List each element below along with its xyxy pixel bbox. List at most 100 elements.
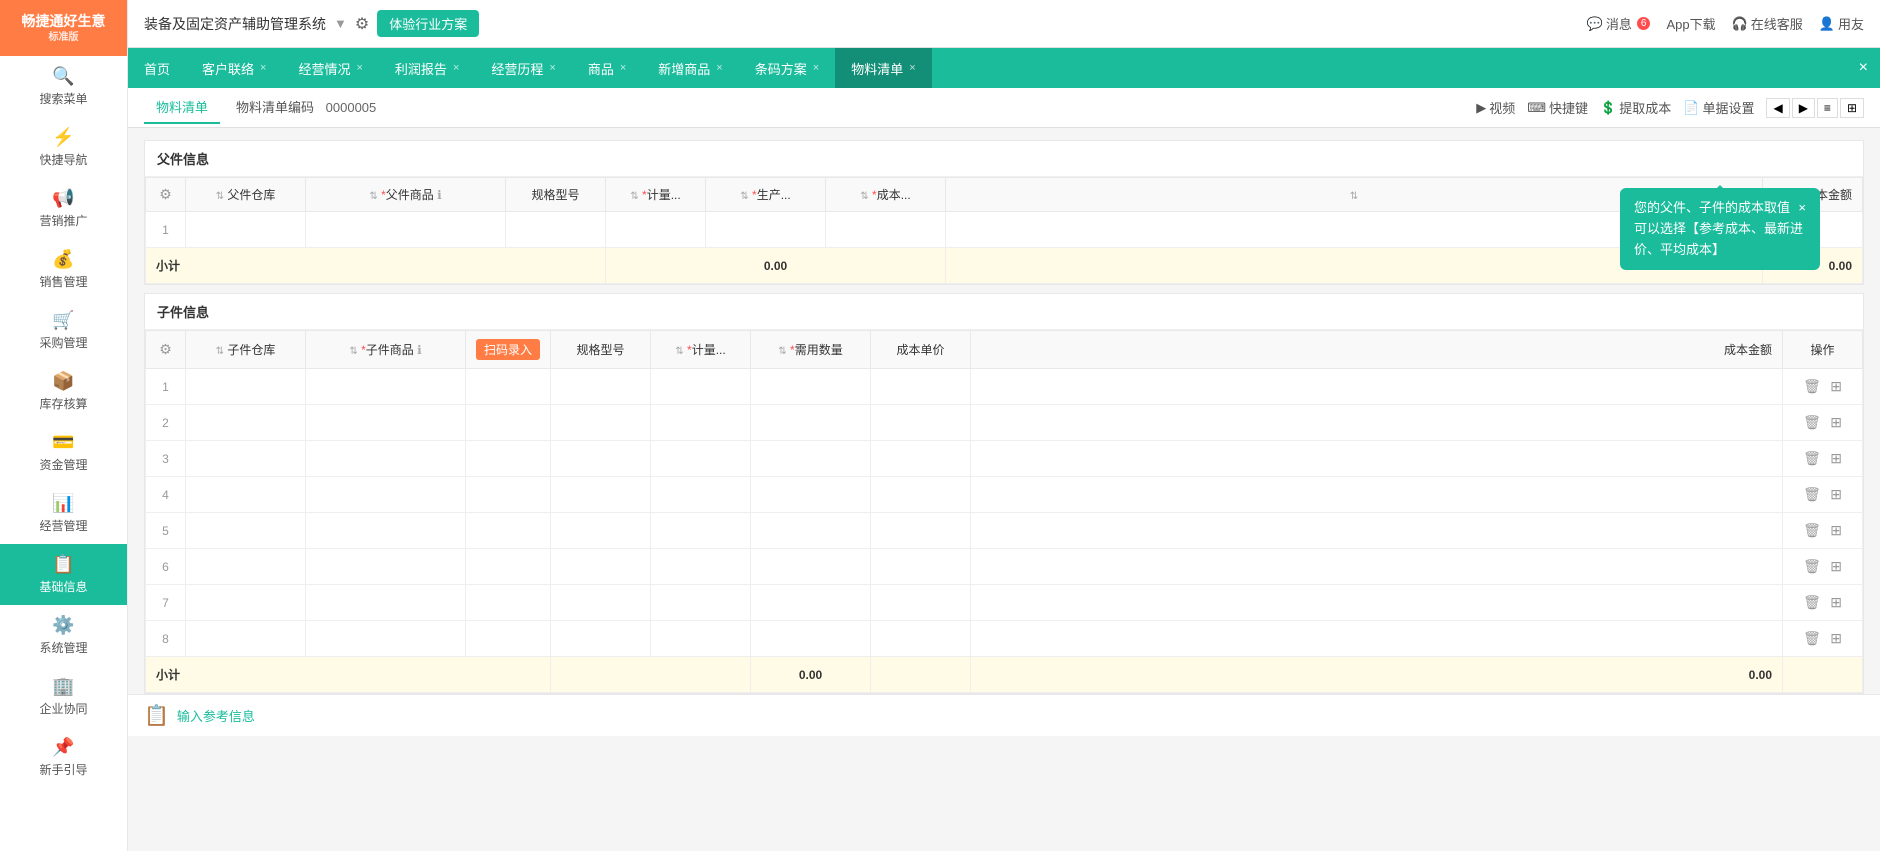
- nav-expand-button[interactable]: ⊞: [1840, 98, 1864, 118]
- child-spec-cell-8[interactable]: [551, 621, 651, 657]
- child-warehouse-cell-4[interactable]: [186, 477, 306, 513]
- online-service-link[interactable]: 🎧 在线客服: [1732, 14, 1803, 33]
- nav-tab-history[interactable]: 经营历程 ×: [475, 48, 571, 88]
- user-avatar[interactable]: 👤 用友: [1819, 14, 1864, 33]
- child-goods-cell-6[interactable]: [306, 549, 466, 585]
- child-warehouse-cell-1[interactable]: [186, 369, 306, 405]
- sidebar-item-marketing[interactable]: 📢 营销推广: [0, 178, 127, 239]
- child-qty-cell-8[interactable]: [751, 621, 871, 657]
- child-unit-cost-cell-4[interactable]: [871, 477, 971, 513]
- delete-row-3-icon[interactable]: 🗑: [1803, 450, 1821, 466]
- parent-produce-cell-1[interactable]: [706, 212, 826, 248]
- child-goods-cell-4[interactable]: [306, 477, 466, 513]
- close-bom-tab[interactable]: ×: [909, 62, 915, 74]
- child-qty-cell-5[interactable]: [751, 513, 871, 549]
- parent-unit-sort-icon[interactable]: ⇅: [630, 191, 638, 202]
- child-goods-sort-icon[interactable]: ⇅: [349, 346, 357, 357]
- parent-cost-cell-1[interactable]: [826, 212, 946, 248]
- parent-extra-sort-icon[interactable]: ⇅: [1350, 191, 1358, 202]
- sidebar-item-operations[interactable]: 📊 经营管理: [0, 483, 127, 544]
- nav-tab-customer[interactable]: 客户联络 ×: [186, 48, 282, 88]
- scan-input-button[interactable]: 扫码录入: [476, 339, 540, 360]
- child-spec-cell-4[interactable]: [551, 477, 651, 513]
- close-history-tab[interactable]: ×: [549, 62, 555, 74]
- sidebar-item-basic[interactable]: 📋 基础信息: [0, 544, 127, 605]
- close-customer-tab[interactable]: ×: [260, 62, 266, 74]
- app-download-link[interactable]: App下载: [1666, 14, 1715, 33]
- close-profit-tab[interactable]: ×: [453, 62, 459, 74]
- child-goods-cell-3[interactable]: [306, 441, 466, 477]
- parent-gear-icon[interactable]: ⚙: [159, 186, 172, 202]
- delete-row-4-icon[interactable]: 🗑: [1803, 486, 1821, 502]
- child-unit-cell-1[interactable]: [651, 369, 751, 405]
- sidebar-item-inventory[interactable]: 📦 库存核算: [0, 361, 127, 422]
- copy-row-5-icon[interactable]: ⊞: [1830, 522, 1842, 538]
- child-qty-cell-1[interactable]: [751, 369, 871, 405]
- nav-tab-profit[interactable]: 利润报告 ×: [379, 48, 475, 88]
- child-unit-cost-cell-6[interactable]: [871, 549, 971, 585]
- sidebar-item-finance[interactable]: 💳 资金管理: [0, 422, 127, 483]
- dropdown-arrow-icon[interactable]: ▼: [334, 16, 347, 31]
- copy-row-6-icon[interactable]: ⊞: [1830, 558, 1842, 574]
- child-spec-cell-1[interactable]: [551, 369, 651, 405]
- sub-tab-bom-code[interactable]: 物料清单编码 0000005: [224, 91, 388, 124]
- child-goods-cell-1[interactable]: [306, 369, 466, 405]
- child-warehouse-cell-8[interactable]: [186, 621, 306, 657]
- nav-tab-home[interactable]: 首页: [128, 48, 186, 88]
- delete-row-7-icon[interactable]: 🗑: [1803, 594, 1821, 610]
- nav-menu-button[interactable]: ≡: [1817, 98, 1838, 118]
- nav-tab-goods[interactable]: 商品 ×: [572, 48, 642, 88]
- child-spec-cell-7[interactable]: [551, 585, 651, 621]
- copy-row-4-icon[interactable]: ⊞: [1830, 486, 1842, 502]
- child-unit-cell-5[interactable]: [651, 513, 751, 549]
- child-qty-cell-3[interactable]: [751, 441, 871, 477]
- parent-warehouse-cell-1[interactable]: [186, 212, 306, 248]
- child-gear-icon[interactable]: ⚙: [159, 341, 172, 357]
- delete-row-6-icon[interactable]: 🗑: [1803, 558, 1821, 574]
- message-button[interactable]: 💬 消息 6: [1587, 14, 1651, 33]
- nav-tab-bom[interactable]: 物料清单 ×: [835, 48, 931, 88]
- child-th-scan[interactable]: 扫码录入: [466, 331, 551, 369]
- sidebar-item-quicknav[interactable]: ⚡ 快捷导航: [0, 117, 127, 178]
- child-goods-cell-8[interactable]: [306, 621, 466, 657]
- child-warehouse-cell-6[interactable]: [186, 549, 306, 585]
- parent-cost-sort-icon[interactable]: ⇅: [860, 191, 868, 202]
- settings-gear-icon[interactable]: ⚙: [355, 14, 369, 34]
- nav-tab-barcode[interactable]: 条码方案 ×: [739, 48, 835, 88]
- parent-goods-info-icon[interactable]: ℹ: [437, 188, 442, 202]
- child-unit-cell-7[interactable]: [651, 585, 751, 621]
- close-barcode-tab[interactable]: ×: [813, 62, 819, 74]
- parent-th-settings[interactable]: ⚙: [146, 178, 186, 212]
- delete-row-1-icon[interactable]: 🗑: [1803, 378, 1821, 394]
- bottom-text[interactable]: 输入参考信息: [177, 706, 255, 725]
- nav-next-button[interactable]: ▶: [1792, 98, 1815, 118]
- trial-button[interactable]: 体验行业方案: [377, 10, 479, 37]
- delete-row-2-icon[interactable]: 🗑: [1803, 414, 1821, 430]
- parent-goods-sort-icon[interactable]: ⇅: [369, 191, 377, 202]
- child-warehouse-sort-icon[interactable]: ⇅: [216, 346, 224, 357]
- child-unit-cost-cell-5[interactable]: [871, 513, 971, 549]
- child-qty-sort-icon[interactable]: ⇅: [778, 346, 786, 357]
- child-spec-cell-2[interactable]: [551, 405, 651, 441]
- child-qty-cell-2[interactable]: [751, 405, 871, 441]
- child-goods-info-icon[interactable]: ℹ: [417, 343, 422, 357]
- child-warehouse-cell-7[interactable]: [186, 585, 306, 621]
- child-qty-cell-6[interactable]: [751, 549, 871, 585]
- nav-tab-operations[interactable]: 经营情况 ×: [282, 48, 378, 88]
- child-spec-cell-3[interactable]: [551, 441, 651, 477]
- single-settings-action[interactable]: 📄 单据设置: [1683, 98, 1754, 117]
- parent-spec-cell-1[interactable]: [506, 212, 606, 248]
- child-qty-cell-7[interactable]: [751, 585, 871, 621]
- sidebar-item-purchase[interactable]: 🛒 采购管理: [0, 300, 127, 361]
- tooltip-close-button[interactable]: ×: [1798, 198, 1806, 219]
- child-spec-cell-6[interactable]: [551, 549, 651, 585]
- child-unit-cost-cell-8[interactable]: [871, 621, 971, 657]
- child-unit-cost-cell-3[interactable]: [871, 441, 971, 477]
- bottom-icon[interactable]: 📋: [144, 703, 169, 728]
- child-qty-cell-4[interactable]: [751, 477, 871, 513]
- child-warehouse-cell-3[interactable]: [186, 441, 306, 477]
- child-spec-cell-5[interactable]: [551, 513, 651, 549]
- child-warehouse-cell-2[interactable]: [186, 405, 306, 441]
- copy-row-3-icon[interactable]: ⊞: [1830, 450, 1842, 466]
- child-unit-sort-icon[interactable]: ⇅: [675, 346, 683, 357]
